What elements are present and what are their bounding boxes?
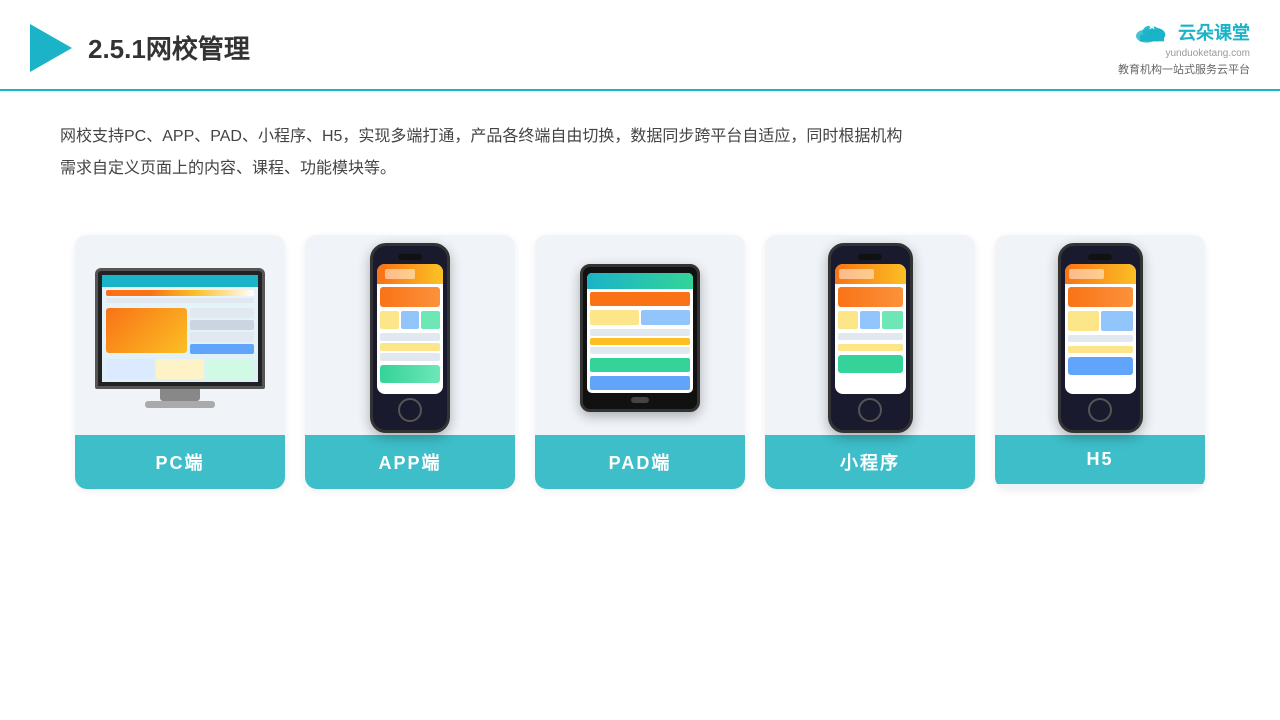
- logo-triangle-icon: [30, 24, 72, 72]
- brand-name: 云朵课堂: [1178, 19, 1250, 45]
- brand-logo: 云朵课堂 yunduoketang.com 教育机构一站式服务云平台: [1118, 18, 1250, 77]
- card-app-image: [305, 235, 515, 435]
- pad-icon: [580, 264, 700, 412]
- brand-url: yunduoketang.com: [1165, 48, 1250, 59]
- description-text: 网校支持PC、APP、PAD、小程序、H5，实现多端打通，产品各终端自由切换，数…: [0, 91, 1280, 195]
- cards-container: PC端: [0, 205, 1280, 519]
- card-pc: PC端: [75, 235, 285, 489]
- pc-monitor-icon: [95, 268, 265, 408]
- card-app-label: APP端: [305, 435, 515, 489]
- brand-subtitle: 教育机构一站式服务云平台: [1118, 61, 1250, 77]
- card-pc-label: PC端: [75, 435, 285, 489]
- phone-mini-icon: [828, 243, 913, 433]
- card-pad-label: PAD端: [535, 435, 745, 489]
- card-miniprogram: 小程序: [765, 235, 975, 489]
- phone-app-icon: [370, 243, 450, 433]
- brand-logo-top: 云朵课堂: [1132, 18, 1250, 46]
- description-paragraph: 网校支持PC、APP、PAD、小程序、H5，实现多端打通，产品各终端自由切换，数…: [60, 121, 1220, 153]
- header: 2.5.1网校管理 云朵课堂 yunduoketang.com 教育机构一站式服…: [0, 0, 1280, 91]
- description-paragraph2: 需求自定义页面上的内容、课程、功能模块等。: [60, 153, 1220, 185]
- page-title: 2.5.1网校管理: [88, 29, 250, 66]
- card-pad: PAD端: [535, 235, 745, 489]
- card-pad-image: [535, 235, 745, 435]
- card-app: APP端: [305, 235, 515, 489]
- card-h5: H5: [995, 235, 1205, 489]
- cloud-icon: [1132, 18, 1172, 46]
- card-mini-image: [765, 235, 975, 435]
- card-h5-image: [995, 235, 1205, 435]
- card-pc-image: [75, 235, 285, 435]
- card-h5-label: H5: [995, 435, 1205, 484]
- card-mini-label: 小程序: [765, 435, 975, 489]
- header-left: 2.5.1网校管理: [30, 24, 250, 72]
- phone-h5-icon: [1058, 243, 1143, 433]
